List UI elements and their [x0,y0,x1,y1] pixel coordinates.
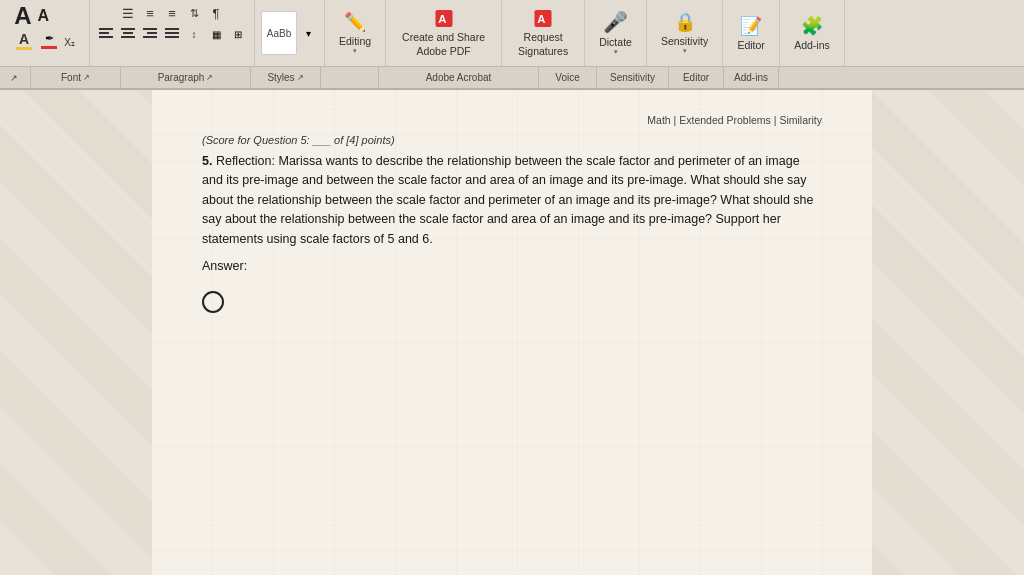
ribbon: A A A ✒ X₂ [0,0,1024,90]
ribbon-bottom-bar: ↗ Font ↗ Paragraph ↗ Styles ↗ Adobe Acro… [0,66,1024,88]
styles-group: AaBb ▾ [255,0,325,66]
shading-icon[interactable]: ▦ [206,25,226,43]
svg-rect-4 [123,32,133,34]
align-left-icon[interactable] [96,25,116,43]
svg-rect-9 [165,28,179,30]
svg-text:A: A [438,13,446,25]
create-share-group: A Create and Share Adobe PDF [386,0,502,66]
editor-group: 📝 Editor [723,0,780,66]
question-text: 5. Reflection: Marissa wants to describe… [202,152,822,249]
font-expand-icon: ↗ [10,73,18,83]
editor-button[interactable]: 📝 Editor [729,5,773,61]
list-icon[interactable]: ☰ [118,4,138,22]
font-color-button[interactable]: A [14,32,34,52]
document-area: Math | Extended Problems | Similarity (S… [0,90,1024,575]
sensitivity-button[interactable]: 🔒 Sensitivity ▾ [653,5,716,61]
ribbon-main-row: A A A ✒ X₂ [0,0,1024,66]
font-highlight-button[interactable]: ✒ [39,32,59,52]
indent-left-icon[interactable]: ≡ [140,4,160,22]
align-right-icon[interactable] [140,25,160,43]
bottom-label-sensitivity: Sensitivity [597,67,669,88]
adobe-icon: A [433,8,455,29]
bottom-label-editor: Editor [669,67,724,88]
bottom-label-font[interactable]: Font ↗ [31,67,121,88]
align-justify-icon[interactable] [162,25,182,43]
dictate-button[interactable]: 🎤 Dictate ▾ [591,5,640,61]
request-group: A Request Signatures [502,0,585,66]
border-icon[interactable]: ⊞ [228,25,248,43]
svg-rect-10 [165,32,179,34]
question-number: 5. [202,154,212,168]
svg-rect-1 [99,32,109,34]
editing-button[interactable]: ✏️ Editing ▾ [331,5,379,61]
svg-rect-11 [165,36,179,38]
font-big-a[interactable]: A [14,4,31,28]
score-line: (Score for Question 5: ___ of [4] points… [202,134,822,146]
style-normal[interactable]: AaBb [261,11,297,55]
bottom-label-adobe: Adobe Acrobat [379,67,539,88]
svg-rect-8 [143,36,157,38]
svg-rect-6 [143,28,157,30]
bottom-label-addins: Add-ins [724,67,779,88]
font-chevron: ↗ [83,73,90,82]
subscript-button[interactable]: X₂ [64,37,75,48]
svg-rect-3 [121,28,135,30]
align-center-icon[interactable] [118,25,138,43]
page: Math | Extended Problems | Similarity (S… [152,90,872,575]
paragraph-group: ☰ ≡ ≡ ⇅ ¶ [90,0,255,66]
answer-circle [202,287,822,317]
svg-rect-2 [99,36,113,38]
request-icon: A [532,8,554,29]
pilcrow-icon[interactable]: ¶ [206,4,226,22]
font-small-a[interactable]: A [38,7,50,25]
bottom-label-font-expand[interactable]: ↗ [0,67,31,88]
bottom-label-styles[interactable]: Styles ↗ [251,67,321,88]
svg-rect-0 [99,28,113,30]
font-group-partial: A A A ✒ X₂ [0,0,90,66]
indent-right-icon[interactable]: ≡ [162,4,182,22]
bottom-label-editing [321,67,379,88]
bottom-label-voice: Voice [539,67,597,88]
sort-icon[interactable]: ⇅ [184,4,204,22]
bottom-label-paragraph[interactable]: Paragraph ↗ [121,67,251,88]
styles-expand-icon: ↗ [297,73,304,82]
paragraph-expand-icon: ↗ [206,73,213,82]
question-body: Marissa wants to describe the relationsh… [202,154,813,246]
addins-button[interactable]: 🧩 Add-ins [786,5,838,61]
answer-label: Answer: [202,259,822,273]
dictate-group: 🎤 Dictate ▾ [585,0,647,66]
editing-group: ✏️ Editing ▾ [325,0,386,66]
svg-rect-5 [121,36,135,38]
addins-group: 🧩 Add-ins [780,0,845,66]
page-meta: Math | Extended Problems | Similarity [202,114,822,126]
svg-text:A: A [537,13,545,25]
styles-expand-btn[interactable]: ▾ [298,11,318,55]
spacing-icon[interactable]: ↕ [184,25,204,43]
sensitivity-group: 🔒 Sensitivity ▾ [647,0,723,66]
request-button[interactable]: A Request Signatures [510,4,576,62]
create-share-button[interactable]: A Create and Share Adobe PDF [394,4,493,62]
svg-rect-7 [147,32,157,34]
question-intro: Reflection: [216,154,275,168]
